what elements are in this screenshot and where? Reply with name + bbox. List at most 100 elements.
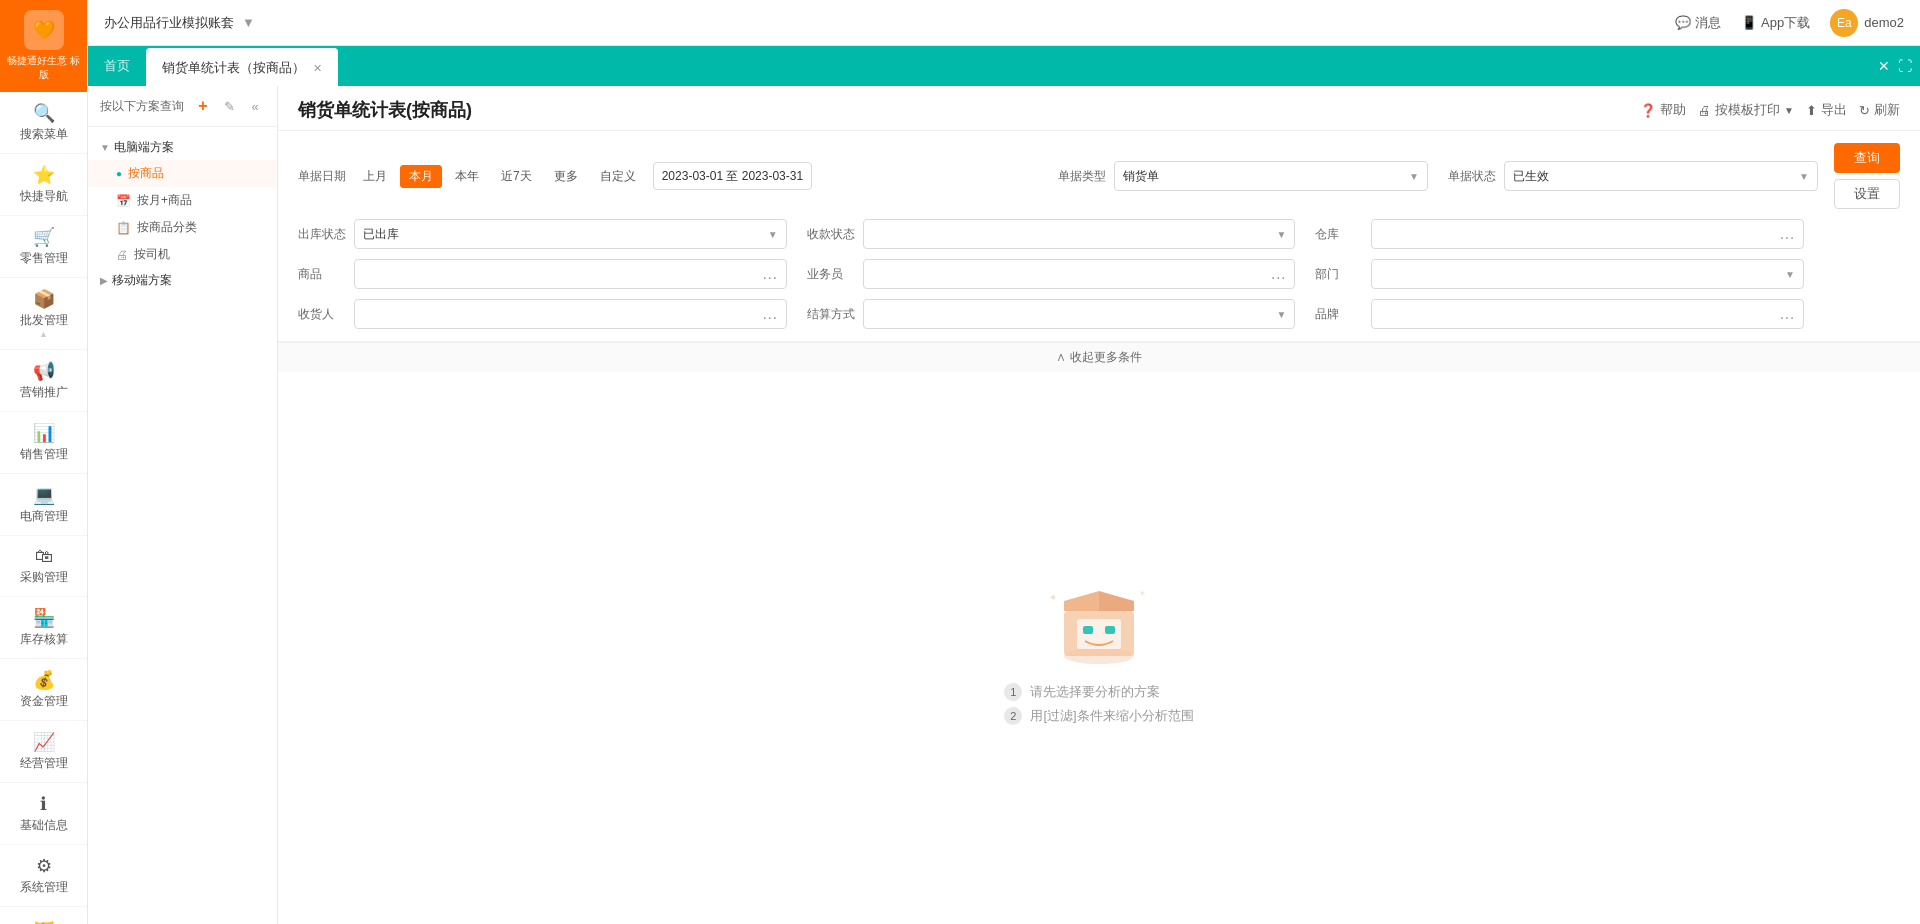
warehouse-label: 仓库 xyxy=(1315,226,1371,243)
refresh-button[interactable]: ↻ 刷新 xyxy=(1859,101,1900,119)
filter-area: 单据日期 上月 本月 本年 xyxy=(278,131,1920,342)
tab-close-icon[interactable]: ✕ xyxy=(313,62,322,75)
svg-rect-5 xyxy=(1083,626,1093,634)
sidebar-item-retail[interactable]: 🛒 零售管理 xyxy=(0,216,87,278)
tree-section: ▼ 电脑端方案 ● 按商品 📅 按月+商品 📋 按商品分类 🖨 按司机 xyxy=(88,127,277,301)
date-tab-more[interactable]: 更多 xyxy=(545,165,587,188)
sidebar-item-inventory[interactable]: 🏪 库存核算 xyxy=(0,597,87,659)
user-profile-button[interactable]: Ea demo2 xyxy=(1830,9,1904,37)
header-left: 办公用品行业模拟账套 ▼ xyxy=(104,14,255,32)
warehouse-filter: 仓库 … xyxy=(1315,219,1804,249)
main-area: 办公用品行业模拟账套 ▼ 💬 消息 📱 App下载 Ea demo2 首页 xyxy=(88,0,1920,924)
add-scheme-button[interactable]: + xyxy=(193,96,213,116)
top-header: 办公用品行业模拟账套 ▼ 💬 消息 📱 App下载 Ea demo2 xyxy=(88,0,1920,46)
sidebar-item-system[interactable]: ⚙ 系统管理 xyxy=(0,845,87,907)
salesperson-dots-icon: … xyxy=(1270,265,1286,283)
warehouse-status-dropdown-icon: ▼ xyxy=(768,229,778,240)
category-icon: 📋 xyxy=(116,221,131,235)
content-area: 按以下方案查询 + ✎ « ▼ 电脑端方案 ● 按商品 📅 按 xyxy=(88,86,1920,924)
export-button[interactable]: ⬆ 导出 xyxy=(1806,101,1847,119)
printer-icon: 🖨 xyxy=(116,248,128,262)
tree-item-by-category[interactable]: 📋 按商品分类 xyxy=(88,214,277,241)
calendar-icon: 📅 xyxy=(116,194,131,208)
page-title: 销货单统计表(按商品) xyxy=(298,98,472,122)
warehouse-control[interactable]: … xyxy=(1371,219,1804,249)
right-content: 销货单统计表(按商品) ❓ 帮助 🖨 按模板打印 ▼ ⬆ 导出 xyxy=(278,86,1920,924)
settlement-label: 结算方式 xyxy=(807,306,863,323)
warehouse-status-control[interactable]: 已出库 ▼ xyxy=(354,219,787,249)
settlement-control[interactable]: ▼ xyxy=(863,299,1296,329)
doc-type-control[interactable]: 销货单 ▼ xyxy=(1114,161,1428,191)
sidebar-item-ecommerce[interactable]: 💻 电商管理 xyxy=(0,474,87,536)
help-button[interactable]: ❓ 帮助 xyxy=(1640,101,1686,119)
doc-status-control[interactable]: 已生效 ▼ xyxy=(1504,161,1818,191)
date-tab-this-month[interactable]: 本月 xyxy=(400,165,442,188)
info-icon: ℹ xyxy=(4,793,83,815)
logo-icon: 🧡 xyxy=(24,10,64,50)
date-tab-7days[interactable]: 近7天 xyxy=(492,165,541,188)
doc-type-filter: 单据类型 销货单 ▼ xyxy=(1058,161,1428,191)
payment-status-control[interactable]: ▼ xyxy=(863,219,1296,249)
avatar: Ea xyxy=(1830,9,1858,37)
sidebar-item-purchase[interactable]: 🛍 采购管理 xyxy=(0,536,87,597)
sales-icon: 📊 xyxy=(4,422,83,444)
collapse-panel-button[interactable]: « xyxy=(245,96,265,116)
maximize-icon[interactable]: ⛶ xyxy=(1898,58,1912,74)
department-control[interactable]: ▼ xyxy=(1371,259,1804,289)
filter-row-2: 出库状态 已出库 ▼ 收款状态 ▼ xyxy=(298,219,1900,249)
message-button[interactable]: 💬 消息 xyxy=(1675,14,1721,32)
tab-bar: 首页 销货单统计表（按商品） ✕ ✕ ⛶ xyxy=(88,46,1920,86)
print-icon: 🖨 xyxy=(1698,103,1711,118)
retail-icon: 🛒 xyxy=(4,226,83,248)
download-icon: 📱 xyxy=(1741,15,1757,30)
sidebar-item-basic-info[interactable]: ℹ 基础信息 xyxy=(0,783,87,845)
date-label: 单据日期 xyxy=(298,168,354,185)
sidebar-item-quick-nav[interactable]: ⭐ 快捷导航 xyxy=(0,154,87,216)
settings-button[interactable]: 设置 xyxy=(1834,179,1900,209)
warehouse-dots-icon: … xyxy=(1779,225,1795,243)
date-range-input[interactable]: 2023-03-01 至 2023-03-31 xyxy=(653,162,812,190)
date-tab-last-month[interactable]: 上月 xyxy=(354,165,396,188)
receiver-control[interactable]: … xyxy=(354,299,787,329)
sidebar-item-sales[interactable]: 📊 销售管理 xyxy=(0,412,87,474)
product-control[interactable]: … xyxy=(354,259,787,289)
date-tab-custom[interactable]: 自定义 xyxy=(591,165,645,188)
tab-home[interactable]: 首页 xyxy=(88,46,146,86)
edit-scheme-button[interactable]: ✎ xyxy=(219,96,239,116)
department-filter: 部门 ▼ xyxy=(1315,259,1804,289)
brand-control[interactable]: … xyxy=(1371,299,1804,329)
tab-sales-stat[interactable]: 销货单统计表（按商品） ✕ xyxy=(146,48,338,88)
sidebar-item-finance[interactable]: 💰 资金管理 xyxy=(0,659,87,721)
app-download-button[interactable]: 📱 App下载 xyxy=(1741,14,1810,32)
sidebar-item-enterprise[interactable]: 🤝 企业协同 xyxy=(0,907,87,924)
salesperson-control[interactable]: … xyxy=(863,259,1296,289)
query-button[interactable]: 查询 xyxy=(1834,143,1900,173)
template-print-button[interactable]: 🖨 按模板打印 ▼ xyxy=(1698,101,1794,119)
sidebar-item-search[interactable]: 🔍 搜索菜单 xyxy=(0,92,87,154)
left-panel-actions: + ✎ « xyxy=(193,96,265,116)
industry-dropdown-icon[interactable]: ▼ xyxy=(242,15,255,30)
header-right: 💬 消息 📱 App下载 Ea demo2 xyxy=(1675,9,1904,37)
svg-text:✦: ✦ xyxy=(1129,626,1134,632)
settlement-filter: 结算方式 ▼ xyxy=(807,299,1296,329)
app-logo: 🧡 畅捷通好生意 标版 xyxy=(0,0,87,92)
doc-status-dropdown-icon: ▼ xyxy=(1799,171,1809,182)
doc-type-dropdown-icon: ▼ xyxy=(1409,171,1419,182)
tree-item-by-month-product[interactable]: 📅 按月+商品 xyxy=(88,187,277,214)
receiver-filter: 收货人 … xyxy=(298,299,787,329)
sidebar-item-operations[interactable]: 📈 经营管理 xyxy=(0,721,87,783)
sidebar-item-wholesale[interactable]: 📦 批发管理 ▲ xyxy=(0,278,87,350)
wholesale-icon: 📦 xyxy=(4,288,83,310)
close-window-icon[interactable]: ✕ xyxy=(1878,58,1890,74)
date-tab-this-year[interactable]: 本年 xyxy=(446,165,488,188)
tree-group-desktop[interactable]: ▼ 电脑端方案 xyxy=(88,135,277,160)
date-tabs: 上月 本月 本年 近7天 xyxy=(354,165,645,188)
sidebar-item-marketing[interactable]: 📢 营销推广 xyxy=(0,350,87,412)
page-title-bar: 销货单统计表(按商品) ❓ 帮助 🖨 按模板打印 ▼ ⬆ 导出 xyxy=(278,86,1920,131)
tree-item-by-printer[interactable]: 🖨 按司机 xyxy=(88,241,277,268)
tab-actions: ✕ ⛶ xyxy=(1878,58,1912,74)
tree-group-mobile[interactable]: ▶ 移动端方案 xyxy=(88,268,277,293)
tree-item-by-product[interactable]: ● 按商品 xyxy=(88,160,277,187)
collapse-filter-button[interactable]: ∧ 收起更多条件 xyxy=(278,342,1920,372)
empty-tip-1: 1 请先选择要分析的方案 xyxy=(1004,683,1193,701)
